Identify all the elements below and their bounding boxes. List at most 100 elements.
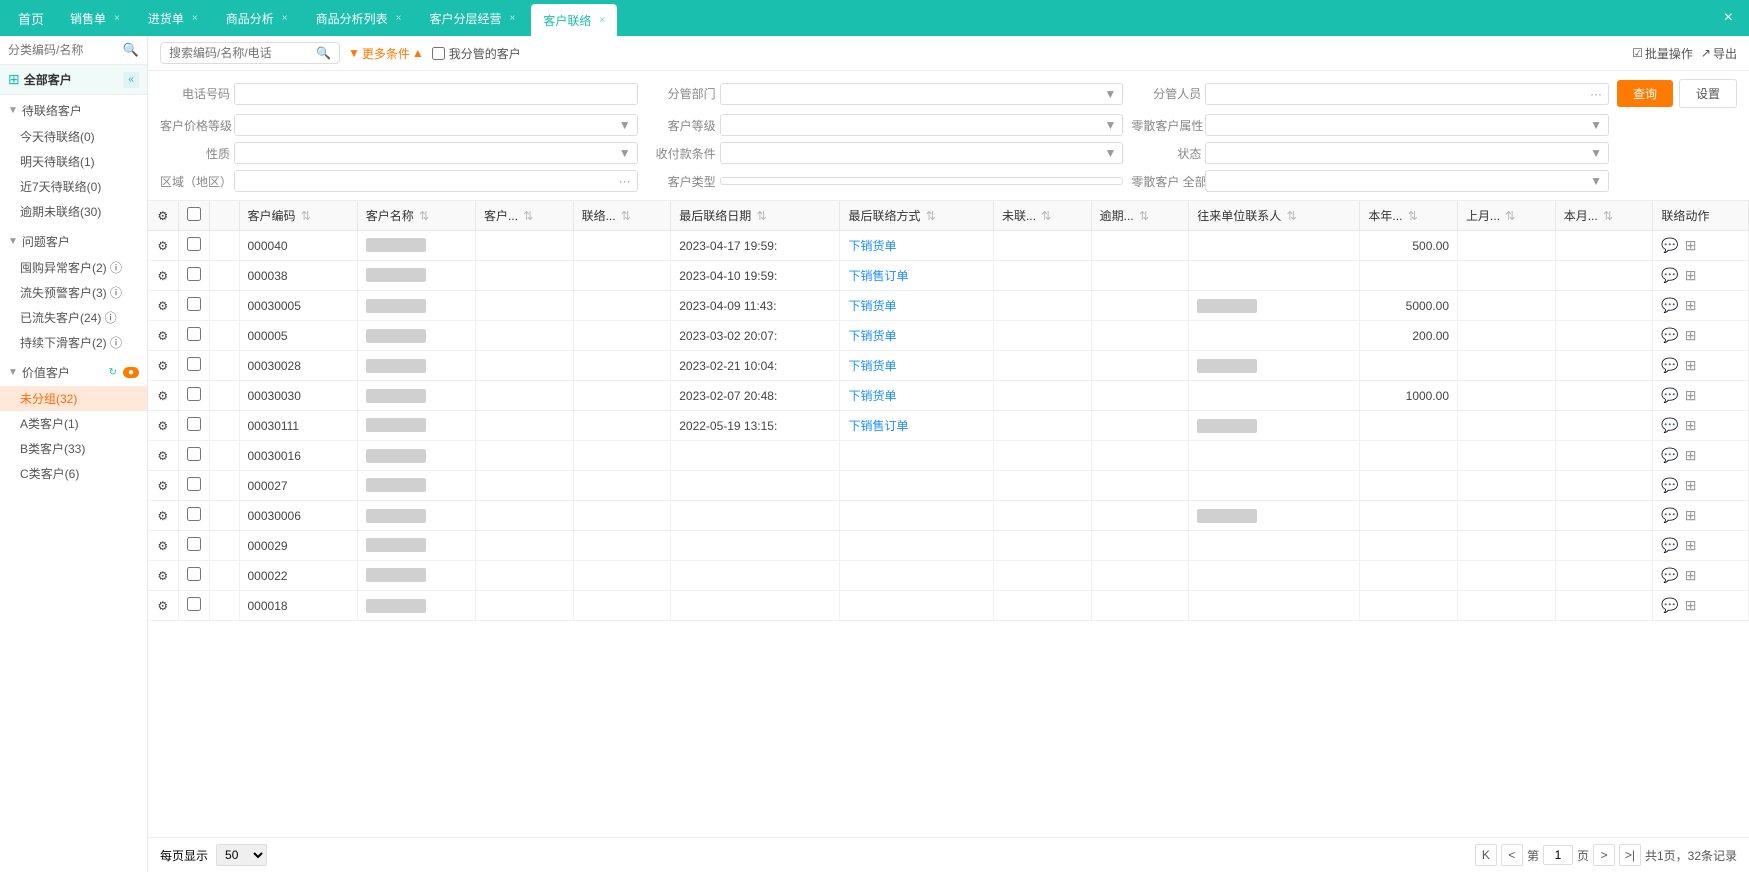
row-settings-btn[interactable]: ⚙	[148, 381, 178, 411]
grid-action-icon[interactable]: ⊞	[1685, 447, 1697, 464]
tab-customer-segment[interactable]: 客户分层经营 ×	[417, 0, 527, 36]
retail-select[interactable]: ▼	[1205, 170, 1609, 192]
this-month-col-header[interactable]: 本月... ⇅	[1555, 201, 1653, 231]
tab-analysis-list-close[interactable]: ×	[396, 13, 402, 24]
more-conditions-btn[interactable]: ▼ 更多条件 ▲	[348, 45, 424, 62]
tab-analysis-close[interactable]: ×	[282, 13, 288, 24]
code-col-header[interactable]: 客户编码 ⇅	[239, 201, 357, 231]
row-checkbox[interactable]	[187, 267, 201, 281]
row-settings-btn[interactable]: ⚙	[148, 261, 178, 291]
main-search-input[interactable]	[169, 46, 312, 60]
row-settings-btn[interactable]: ⚙	[148, 441, 178, 471]
export-btn[interactable]: ↗ 导出	[1701, 45, 1737, 62]
row-settings-btn[interactable]: ⚙	[148, 321, 178, 351]
tab-analysis-list[interactable]: 商品分析列表 ×	[304, 0, 414, 36]
row-settings-btn[interactable]: ⚙	[148, 291, 178, 321]
tab-customer-contact-close[interactable]: ×	[599, 15, 605, 26]
row-last-method[interactable]: 下销货单	[840, 231, 994, 261]
value-refresh-icon[interactable]: ↻	[109, 367, 117, 378]
row-settings-btn[interactable]: ⚙	[148, 501, 178, 531]
last-method-link[interactable]: 下销货单	[848, 299, 896, 313]
tab-customer-contact[interactable]: 客户联络 ×	[531, 4, 617, 36]
my-customers-cb[interactable]	[432, 47, 445, 60]
row-checkbox[interactable]	[187, 297, 201, 311]
chat-icon[interactable]: 💬	[1661, 327, 1678, 344]
close-all-btn[interactable]: ×	[1716, 9, 1741, 27]
row-last-method[interactable]: 下销货单	[840, 291, 994, 321]
page-size-select[interactable]: 50 100 200	[216, 844, 267, 866]
tab-analysis[interactable]: 商品分析 ×	[214, 0, 300, 36]
row-settings-btn[interactable]: ⚙	[148, 231, 178, 261]
row-last-method[interactable]: 下销售订单	[840, 411, 994, 441]
sidebar-search-icon[interactable]: 🔍	[123, 42, 139, 58]
sidebar-item-today[interactable]: 今天待联络(0)	[0, 124, 147, 149]
sidebar-item-unclassified[interactable]: 未分组(32)	[0, 386, 147, 411]
tab-customer-segment-close[interactable]: ×	[509, 13, 515, 24]
sidebar-item-declining[interactable]: 持续下滑客户(2) ⓘ	[0, 330, 147, 355]
first-page-btn[interactable]: K	[1475, 844, 1497, 866]
nature-select[interactable]: ▼	[234, 142, 638, 164]
row-last-method[interactable]: 下销货单	[840, 321, 994, 351]
sidebar-item-a-class[interactable]: A类客户(1)	[0, 411, 147, 436]
all-customers-header[interactable]: ⊞ 全部客户 «	[0, 65, 147, 95]
row-checkbox[interactable]	[187, 237, 201, 251]
row-checkbox[interactable]	[187, 357, 201, 371]
chat-icon[interactable]: 💬	[1661, 447, 1678, 464]
grid-action-icon[interactable]: ⊞	[1685, 267, 1697, 284]
grid-action-icon[interactable]: ⊞	[1685, 297, 1697, 314]
last-method-col-header[interactable]: 最后联络方式 ⇅	[840, 201, 994, 231]
chat-icon[interactable]: 💬	[1661, 567, 1678, 584]
contact-col-header[interactable]: 联络... ⇅	[573, 201, 671, 231]
chat-icon[interactable]: 💬	[1661, 387, 1678, 404]
pending-contact-header[interactable]: ▼ 待联络客户	[0, 97, 147, 124]
type-col-header[interactable]: 客户... ⇅	[475, 201, 573, 231]
last-method-link[interactable]: 下销货单	[848, 329, 896, 343]
grid-action-icon[interactable]: ⊞	[1685, 327, 1697, 344]
row-settings-btn[interactable]: ⚙	[148, 351, 178, 381]
row-checkbox[interactable]	[187, 567, 201, 581]
grid-action-icon[interactable]: ⊞	[1685, 597, 1697, 614]
cust-type-select[interactable]	[720, 177, 1124, 185]
sidebar-item-tomorrow[interactable]: 明天待联络(1)	[0, 149, 147, 174]
row-last-method[interactable]: 下销货单	[840, 381, 994, 411]
last-method-link[interactable]: 下销货单	[848, 389, 896, 403]
chat-icon[interactable]: 💬	[1661, 267, 1678, 284]
tab-purchase[interactable]: 进货单 ×	[136, 0, 210, 36]
last-page-btn[interactable]: >|	[1619, 844, 1641, 866]
region-select[interactable]: ···	[234, 170, 638, 192]
row-last-method[interactable]: 下销货单	[840, 351, 994, 381]
sidebar-item-c-class[interactable]: C类客户(6)	[0, 461, 147, 486]
chat-icon[interactable]: 💬	[1661, 537, 1678, 554]
sidebar-collapse-btn[interactable]: «	[123, 72, 139, 88]
sidebar-item-churn-risk[interactable]: 流失预警客户(3) ⓘ	[0, 280, 147, 305]
tab-purchase-close[interactable]: ×	[192, 13, 198, 24]
row-last-method[interactable]: 下销售订单	[840, 261, 994, 291]
sidebar-search-input[interactable]	[8, 43, 119, 57]
grid-action-icon[interactable]: ⊞	[1685, 507, 1697, 524]
grid-action-icon[interactable]: ⊞	[1685, 567, 1697, 584]
phone-input[interactable]	[234, 83, 638, 105]
last-method-link[interactable]: 下销货单	[848, 359, 896, 373]
last-method-link[interactable]: 下销货单	[848, 239, 896, 253]
query-btn[interactable]: 查询	[1617, 80, 1673, 107]
dept-select[interactable]: ▼	[720, 83, 1124, 105]
row-checkbox[interactable]	[187, 327, 201, 341]
sidebar-item-lost[interactable]: 已流失客户(24) ⓘ	[0, 305, 147, 330]
price-level-select[interactable]: ▼	[234, 114, 638, 136]
retail-attr-select[interactable]: ▼	[1205, 114, 1609, 136]
row-settings-btn[interactable]: ⚙	[148, 591, 178, 621]
last-date-col-header[interactable]: 最后联络日期 ⇅	[671, 201, 840, 231]
chat-icon[interactable]: 💬	[1661, 357, 1678, 374]
tab-sales-close[interactable]: ×	[114, 13, 120, 24]
batch-ops-btn[interactable]: ☑ 批量操作	[1632, 45, 1693, 62]
cust-level-select[interactable]: ▼	[720, 114, 1124, 136]
row-checkbox[interactable]	[187, 447, 201, 461]
tab-sales[interactable]: 销售单 ×	[58, 0, 132, 36]
row-checkbox[interactable]	[187, 537, 201, 551]
grid-action-icon[interactable]: ⊞	[1685, 387, 1697, 404]
problem-customers-header[interactable]: ▼ 问题客户	[0, 228, 147, 255]
grid-action-icon[interactable]: ⊞	[1685, 237, 1697, 254]
name-col-header[interactable]: 客户名称 ⇅	[357, 201, 475, 231]
chat-icon[interactable]: 💬	[1661, 477, 1678, 494]
last-method-link[interactable]: 下销售订单	[848, 419, 908, 433]
